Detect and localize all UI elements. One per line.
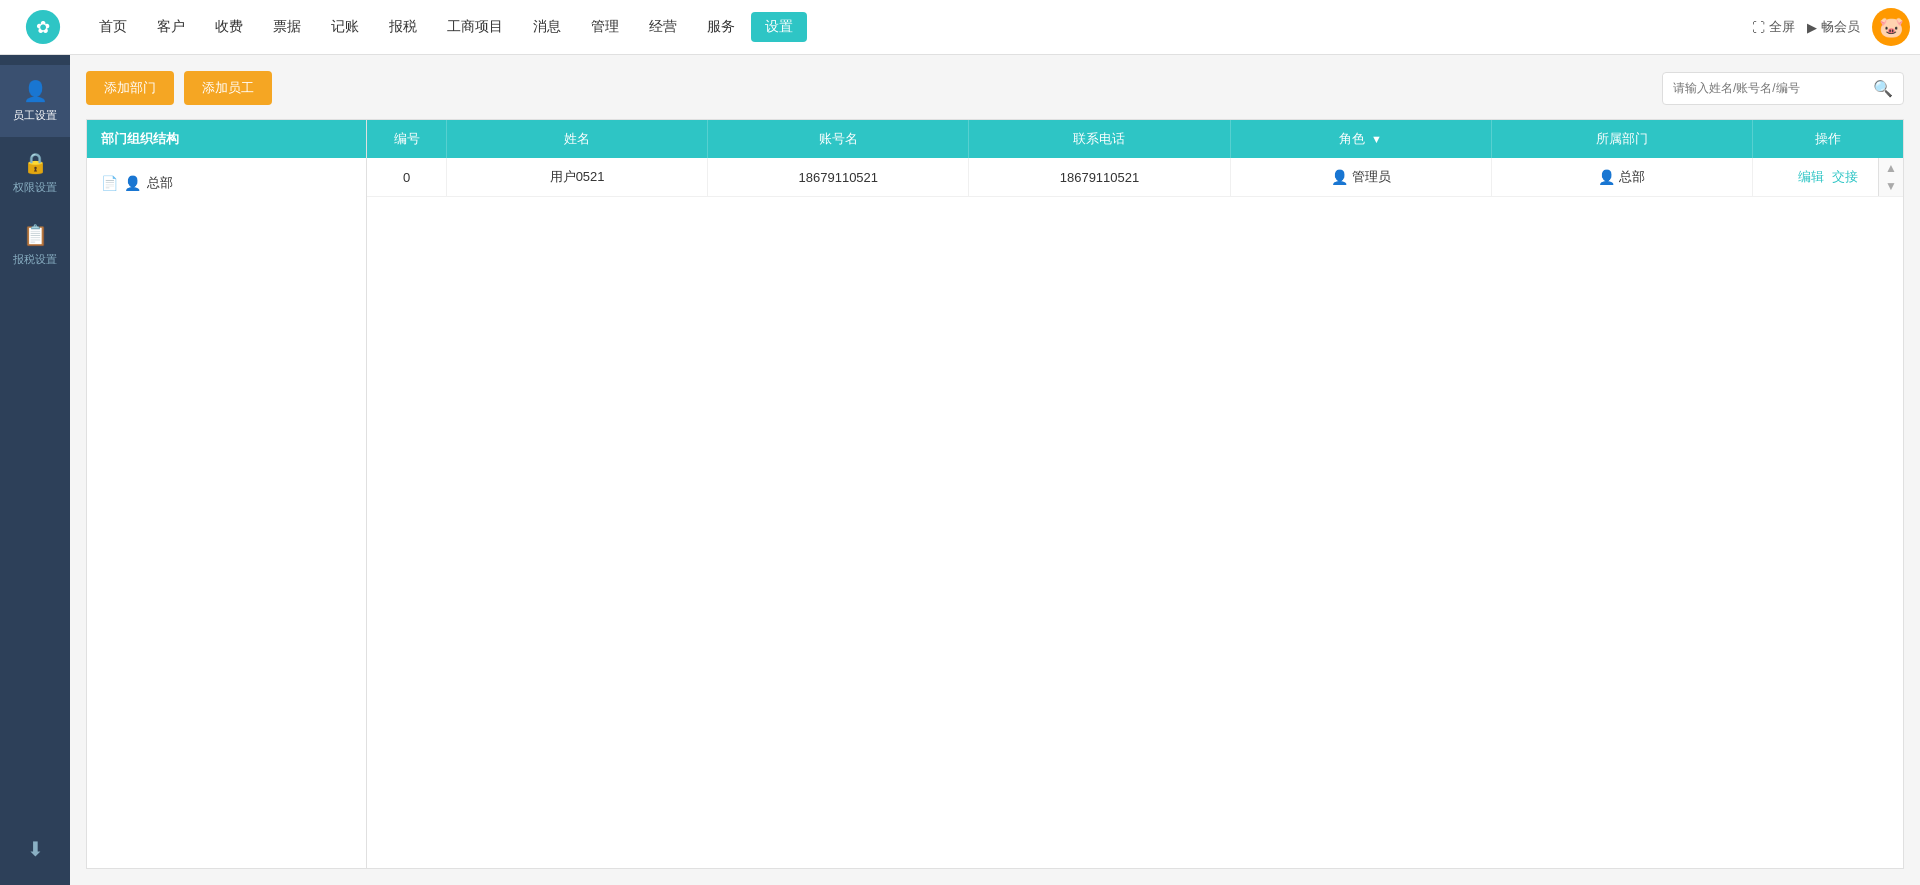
nav-accounting[interactable]: 记账 xyxy=(317,12,373,42)
nav-manage[interactable]: 管理 xyxy=(577,12,633,42)
nav-tax[interactable]: 报税 xyxy=(375,12,431,42)
dept-tree-item-label: 总部 xyxy=(147,174,173,192)
nav-message[interactable]: 消息 xyxy=(519,12,575,42)
table-header: 编号 姓名 账号名 联系电话 角色 ▼ 所属部门 操作 xyxy=(367,120,1903,158)
col-header-name: 姓名 xyxy=(447,120,708,158)
fullscreen-icon: ⛶ xyxy=(1752,20,1765,35)
employee-table: 编号 姓名 账号名 联系电话 角色 ▼ 所属部门 操作 0 用户0521 186… xyxy=(367,120,1903,868)
nav-service[interactable]: 服务 xyxy=(693,12,749,42)
dept-panel: 部门组织结构 📄 👤 总部 xyxy=(87,120,367,868)
svg-text:✿: ✿ xyxy=(36,18,50,37)
col-header-dept: 所属部门 xyxy=(1492,120,1753,158)
app-logo: ✿ xyxy=(10,8,75,46)
sidebar-item-permission-label: 权限设置 xyxy=(13,180,57,195)
col-header-id: 编号 xyxy=(367,120,447,158)
col-header-actions: 操作 xyxy=(1753,120,1903,158)
fullscreen-label: 全屏 xyxy=(1769,18,1795,36)
search-button[interactable]: 🔍 xyxy=(1863,73,1903,104)
tax-settings-icon: 📋 xyxy=(23,223,48,247)
employee-icon: 👤 xyxy=(23,79,48,103)
action-edit[interactable]: 编辑 xyxy=(1798,168,1824,186)
cell-role: 👤 管理员 xyxy=(1231,158,1492,196)
col-header-role[interactable]: 角色 ▼ xyxy=(1231,120,1492,158)
search-icon: 🔍 xyxy=(1873,80,1893,97)
role-filter-icon: ▼ xyxy=(1371,133,1382,145)
nav-settings[interactable]: 设置 xyxy=(751,12,807,42)
cell-phone: 18679110521 xyxy=(969,158,1230,196)
table-row: 0 用户0521 18679110521 18679110521 👤 管理员 👤… xyxy=(367,158,1903,197)
nav-fee[interactable]: 收费 xyxy=(201,12,257,42)
dept-folder-icon: 📄 xyxy=(101,175,118,191)
download-icon: ⬇ xyxy=(27,837,44,861)
dept-label: 总部 xyxy=(1619,168,1645,186)
sidebar-item-employee-label: 员工设置 xyxy=(13,108,57,123)
sidebar-download-button[interactable]: ⬇ xyxy=(0,823,70,875)
user-avatar[interactable]: 🐷 xyxy=(1872,8,1910,46)
dept-tree-item-root[interactable]: 📄 👤 总部 xyxy=(101,168,352,198)
main-layout: 👤 员工设置 🔒 权限设置 📋 报税设置 ⬇ 添加部门 添加员工 🔍 xyxy=(0,55,1920,885)
col-header-phone: 联系电话 xyxy=(969,120,1230,158)
table-container: 部门组织结构 📄 👤 总部 编号 姓名 账号名 联系电话 xyxy=(86,119,1904,869)
member-icon: ▶ xyxy=(1807,20,1817,35)
cell-dept: 👤 总部 xyxy=(1492,158,1753,196)
dept-person-icon-row: 👤 xyxy=(1598,169,1615,185)
cell-id: 0 xyxy=(367,158,447,196)
add-dept-button[interactable]: 添加部门 xyxy=(86,71,174,105)
search-box: 🔍 xyxy=(1662,72,1904,105)
member-button[interactable]: ▶ 畅会员 xyxy=(1807,18,1860,36)
dept-tree: 📄 👤 总部 xyxy=(87,158,366,208)
add-employee-button[interactable]: 添加员工 xyxy=(184,71,272,105)
nav-customer[interactable]: 客户 xyxy=(143,12,199,42)
nav-invoice[interactable]: 票据 xyxy=(259,12,315,42)
col-header-account: 账号名 xyxy=(708,120,969,158)
fullscreen-button[interactable]: ⛶ 全屏 xyxy=(1752,18,1795,36)
sidebar-item-tax-settings[interactable]: 📋 报税设置 xyxy=(0,209,70,281)
dept-person-icon: 👤 xyxy=(124,175,141,191)
toolbar: 添加部门 添加员工 🔍 xyxy=(86,71,1904,105)
col-role-label: 角色 xyxy=(1339,131,1365,146)
row-scroll-arrows: ▲ ▼ xyxy=(1878,158,1903,196)
top-navigation: ✿ 首页 客户 收费 票据 记账 报税 工商项目 消息 管理 经营 服务 设置 … xyxy=(0,0,1920,55)
cell-account: 18679110521 xyxy=(708,158,969,196)
cell-name: 用户0521 xyxy=(447,158,708,196)
sidebar: 👤 员工设置 🔒 权限设置 📋 报税设置 ⬇ xyxy=(0,55,70,885)
sidebar-item-permission[interactable]: 🔒 权限设置 xyxy=(0,137,70,209)
action-transfer[interactable]: 交接 xyxy=(1832,168,1858,186)
sidebar-item-tax-label: 报税设置 xyxy=(13,252,57,267)
nav-operation[interactable]: 经营 xyxy=(635,12,691,42)
content-area: 添加部门 添加员工 🔍 部门组织结构 📄 👤 总部 xyxy=(70,55,1920,885)
nav-right-controls: ⛶ 全屏 ▶ 畅会员 🐷 xyxy=(1752,8,1910,46)
search-input[interactable] xyxy=(1663,75,1863,101)
sidebar-item-employee[interactable]: 👤 员工设置 xyxy=(0,65,70,137)
avatar-icon: 🐷 xyxy=(1879,15,1904,39)
role-label: 管理员 xyxy=(1352,168,1391,186)
cell-actions: 编辑 交接 ▲ ▼ xyxy=(1753,158,1903,196)
role-person-icon: 👤 xyxy=(1331,169,1348,185)
scroll-down-icon[interactable]: ▼ xyxy=(1883,177,1899,195)
scroll-up-icon[interactable]: ▲ xyxy=(1883,159,1899,177)
sidebar-bottom: ⬇ xyxy=(0,823,70,885)
nav-business[interactable]: 工商项目 xyxy=(433,12,517,42)
lock-icon: 🔒 xyxy=(23,151,48,175)
member-label: 畅会员 xyxy=(1821,18,1860,36)
dept-panel-header: 部门组织结构 xyxy=(87,120,366,158)
nav-home[interactable]: 首页 xyxy=(85,12,141,42)
nav-menu: 首页 客户 收费 票据 记账 报税 工商项目 消息 管理 经营 服务 设置 xyxy=(85,12,1752,42)
